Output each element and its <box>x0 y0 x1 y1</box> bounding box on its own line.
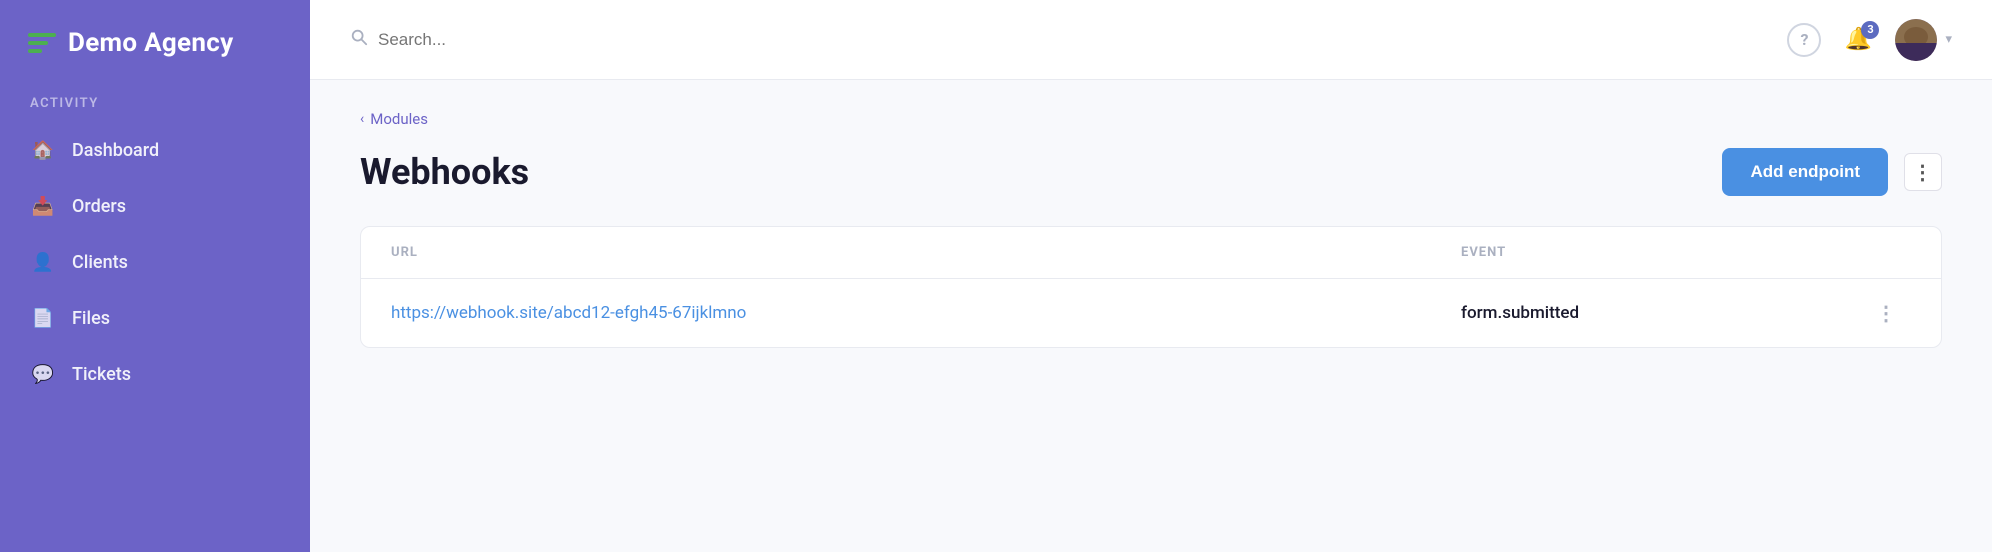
sidebar-logo: Demo Agency <box>0 0 310 86</box>
topbar: ? 🔔 3 ▾ <box>310 0 1992 80</box>
notification-badge: 3 <box>1861 21 1879 39</box>
sidebar-nav: 🏠 Dashboard 📥 Orders 👤 Clients 📄 Files 💬… <box>0 123 310 401</box>
breadcrumb-label: Modules <box>370 110 428 128</box>
table-row: https://webhook.site/abcd12-efgh45-67ijk… <box>361 279 1941 347</box>
sidebar-item-files[interactable]: 📄 Files <box>14 291 296 345</box>
logo-icon <box>28 33 56 53</box>
clients-icon: 👤 <box>30 249 56 275</box>
col-header-event: EVENT <box>1461 245 1861 260</box>
col-header-url: URL <box>391 245 1461 260</box>
main-content: ? 🔔 3 ▾ ‹ Modules Webhooks Add endpoint … <box>310 0 1992 552</box>
topbar-actions: ? 🔔 3 ▾ <box>1787 19 1952 61</box>
table-header: URL EVENT <box>361 227 1941 279</box>
avatar-image <box>1895 19 1937 61</box>
sidebar-item-dashboard[interactable]: 🏠 Dashboard <box>14 123 296 177</box>
logo-line-3 <box>28 49 42 53</box>
sidebar-item-label: Orders <box>72 196 126 217</box>
add-endpoint-button[interactable]: Add endpoint <box>1722 148 1888 196</box>
webhook-url-link[interactable]: https://webhook.site/abcd12-efgh45-67ijk… <box>391 303 1461 323</box>
sidebar-item-tickets[interactable]: 💬 Tickets <box>14 347 296 401</box>
page-title: Webhooks <box>360 151 529 193</box>
page-header: Webhooks Add endpoint ⋮ <box>360 148 1942 196</box>
sidebar-item-clients[interactable]: 👤 Clients <box>14 235 296 289</box>
page-content: ‹ Modules Webhooks Add endpoint ⋮ URL EV… <box>310 80 1992 552</box>
user-avatar-wrap[interactable]: ▾ <box>1895 19 1952 61</box>
sidebar-brand-title: Demo Agency <box>68 28 233 58</box>
webhooks-table: URL EVENT https://webhook.site/abcd12-ef… <box>360 226 1942 348</box>
sidebar-item-label: Files <box>72 308 110 329</box>
webhook-event: form.submitted <box>1461 303 1861 323</box>
sidebar: Demo Agency ACTIVITY 🏠 Dashboard 📥 Order… <box>0 0 310 552</box>
sidebar-item-label: Tickets <box>72 364 131 385</box>
search-icon <box>350 28 368 51</box>
avatar <box>1895 19 1937 61</box>
sidebar-section-label: ACTIVITY <box>0 86 310 123</box>
col-header-actions <box>1861 245 1911 260</box>
sidebar-item-orders[interactable]: 📥 Orders <box>14 179 296 233</box>
search-input[interactable] <box>378 30 678 50</box>
files-icon: 📄 <box>30 305 56 331</box>
sidebar-item-label: Dashboard <box>72 140 159 161</box>
notifications-button[interactable]: 🔔 3 <box>1841 23 1875 57</box>
search-container <box>350 28 1767 51</box>
sidebar-item-label: Clients <box>72 252 128 273</box>
orders-icon: 📥 <box>30 193 56 219</box>
logo-line-1 <box>28 33 56 37</box>
row-more-button[interactable]: ⋮ <box>1861 301 1911 325</box>
help-button[interactable]: ? <box>1787 23 1821 57</box>
more-options-button[interactable]: ⋮ <box>1904 153 1942 191</box>
chevron-down-icon: ▾ <box>1945 32 1952 47</box>
breadcrumb[interactable]: ‹ Modules <box>360 110 1942 128</box>
breadcrumb-back-icon: ‹ <box>360 111 364 127</box>
header-actions: Add endpoint ⋮ <box>1722 148 1942 196</box>
tickets-icon: 💬 <box>30 361 56 387</box>
logo-line-2 <box>28 41 48 45</box>
home-icon: 🏠 <box>30 137 56 163</box>
